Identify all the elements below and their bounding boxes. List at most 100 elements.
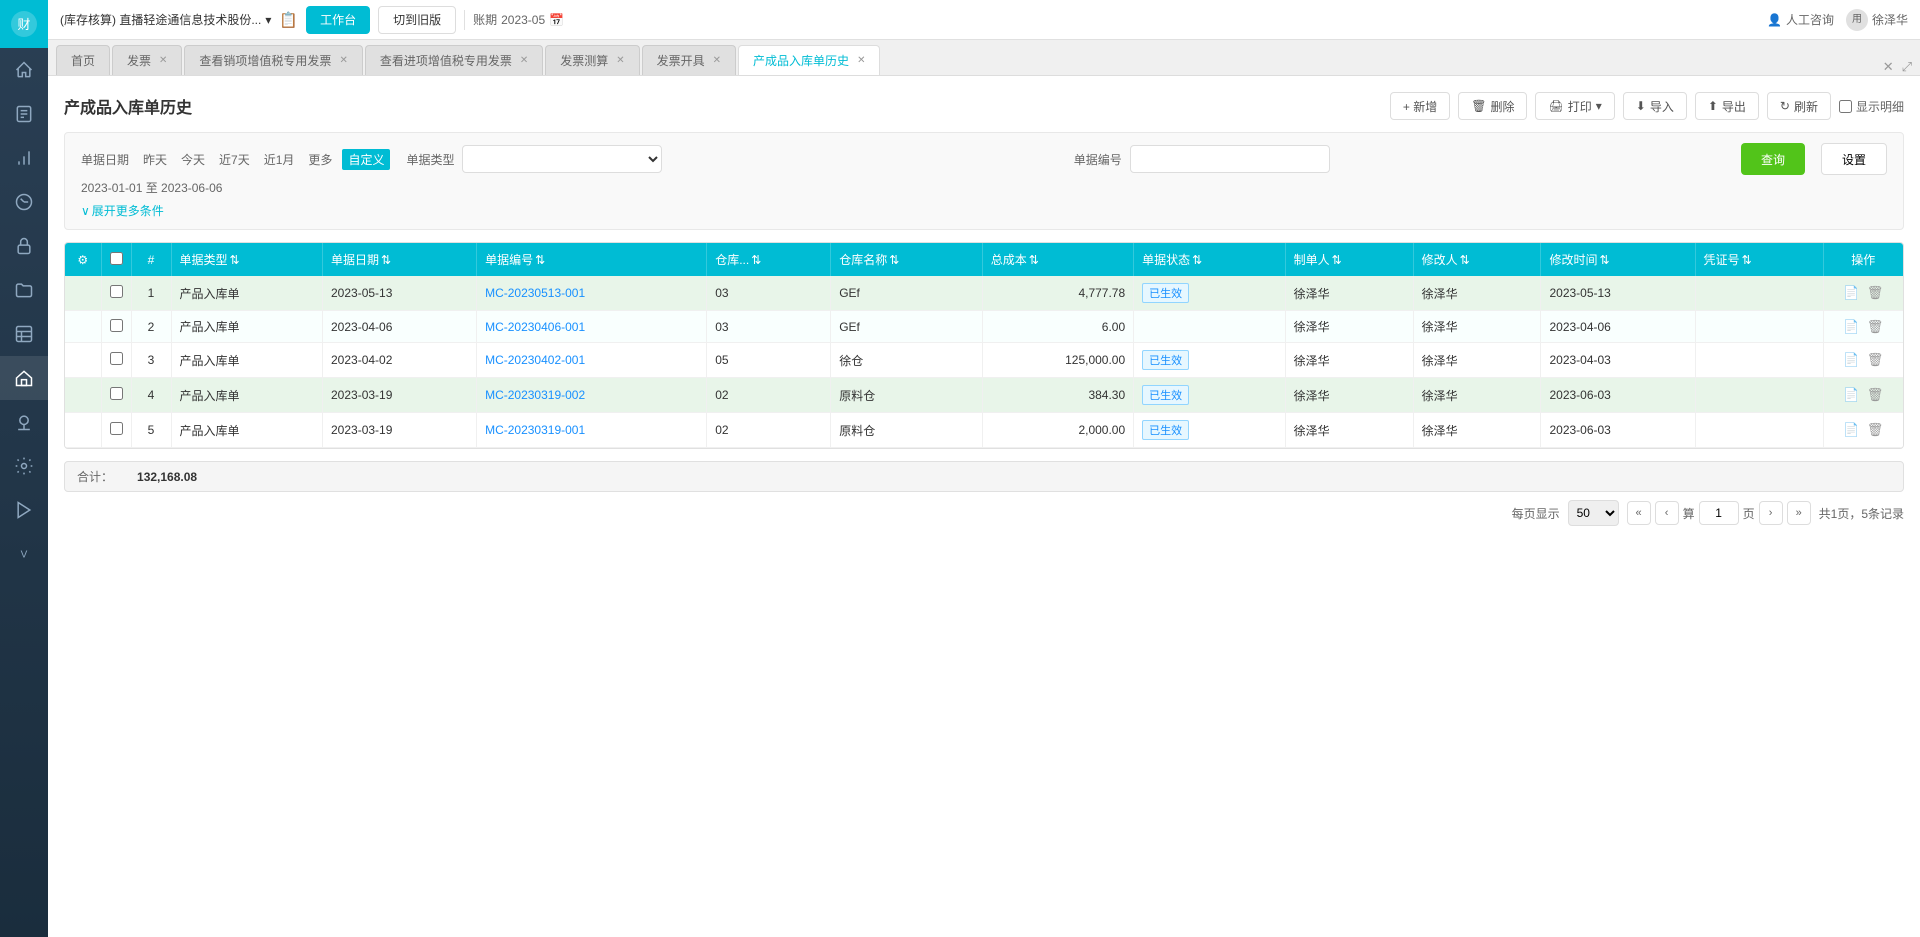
switch-button[interactable]: 切到旧版 [378,6,456,34]
th-modify-time[interactable]: 修改时间⇅ [1541,243,1695,276]
th-warehouse-name-label: 仓库名称 [839,251,887,268]
delete-row-icon[interactable]: 🗑 [1867,422,1884,437]
tab-invoice[interactable]: 发票 ✕ [112,45,182,75]
calendar-icon[interactable]: 📅 [549,13,564,27]
number-link[interactable]: MC-20230406-001 [485,320,585,334]
user-service[interactable]: 👤 人工咨询 [1767,11,1834,28]
row-checkbox[interactable] [110,352,123,365]
number-link[interactable]: MC-20230319-002 [485,388,585,402]
view-icon[interactable]: 📄 [1843,422,1859,437]
sidebar-item-lock[interactable] [0,224,48,268]
setting-button[interactable]: 设置 [1821,143,1887,175]
tab-sales-vat-close[interactable]: ✕ [339,55,347,66]
tab-purchase-vat-close[interactable]: ✕ [520,55,528,66]
date-btn-yesterday[interactable]: 昨天 [139,149,171,170]
tab-calc[interactable]: 发票测算 ✕ [545,45,639,75]
td-cost: 6.00 [982,311,1133,343]
topbar-icon-doc[interactable]: 📋 [279,11,298,29]
number-link[interactable]: MC-20230513-001 [485,286,585,300]
expand-more-btn[interactable]: ∨ 展开更多条件 [81,202,1887,219]
delete-row-icon[interactable]: 🗑 [1867,387,1884,402]
th-voucher[interactable]: 凭证号⇅ [1695,243,1823,276]
page-next-btn[interactable]: › [1759,501,1783,525]
tab-issue[interactable]: 发票开具 ✕ [642,45,736,75]
user-profile[interactable]: 用 徐泽华 [1846,9,1908,31]
number-link[interactable]: MC-20230319-001 [485,423,585,437]
row-checkbox[interactable] [110,319,123,332]
date-btn-custom[interactable]: 自定义 [342,149,390,170]
sidebar-item-settings[interactable] [0,444,48,488]
tab-invoice-close[interactable]: ✕ [159,55,167,66]
workspace-button[interactable]: 工作台 [306,6,370,34]
tab-product-in-close[interactable]: ✕ [857,55,865,66]
td-type: 产品入库单 [171,311,323,343]
search-button[interactable]: 查询 [1741,143,1805,175]
tab-expand[interactable]: ⤢ [1902,59,1912,75]
tab-issue-close[interactable]: ✕ [713,55,721,66]
th-status[interactable]: 单据状态⇅ [1134,243,1286,276]
table-row: 2 产品入库单 2023-04-06 MC-20230406-001 03 GE… [65,311,1903,343]
tab-calc-close[interactable]: ✕ [616,55,624,66]
delete-row-icon[interactable]: 🗑 [1867,285,1884,300]
export-button[interactable]: ⬆ 导出 [1695,92,1759,120]
page-size-select[interactable]: 20 50 100 [1568,500,1619,526]
filter-number-input[interactable] [1130,145,1330,173]
td-type: 产品入库单 [171,276,323,311]
sidebar-item-folder[interactable] [0,268,48,312]
th-type[interactable]: 单据类型⇅ [171,243,323,276]
sidebar-item-stamp[interactable] [0,400,48,444]
app-logo: 财 [0,0,48,48]
sidebar-item-home[interactable] [0,48,48,92]
sidebar-item-version[interactable]: V [0,532,48,576]
sidebar-item-table[interactable] [0,312,48,356]
date-btn-7days[interactable]: 近7天 [215,149,254,170]
number-link[interactable]: MC-20230402-001 [485,353,585,367]
row-checkbox[interactable] [110,387,123,400]
view-icon[interactable]: 📄 [1843,319,1859,334]
page-last-btn[interactable]: » [1787,501,1811,525]
delete-row-icon[interactable]: 🗑 [1867,319,1884,334]
display-detail-checkbox[interactable] [1839,100,1852,113]
sidebar-item-stats[interactable] [0,136,48,180]
sidebar-item-play[interactable] [0,488,48,532]
th-creator[interactable]: 制单人⇅ [1285,243,1413,276]
th-settings[interactable]: ⚙ [65,243,101,276]
view-icon[interactable]: 📄 [1843,352,1859,367]
print-button[interactable]: 🖨 打印 ▾ [1535,92,1614,120]
delete-row-icon[interactable]: 🗑 [1867,352,1884,367]
page-prev-btn[interactable]: ‹ [1655,501,1679,525]
filter-type-select[interactable] [462,145,662,173]
sidebar-item-docs[interactable] [0,92,48,136]
sidebar-item-chart[interactable] [0,180,48,224]
new-button[interactable]: + 新增 [1390,92,1450,120]
tab-close-all[interactable]: ✕ [1883,59,1894,75]
date-btn-1month[interactable]: 近1月 [260,149,299,170]
th-warehouse-code[interactable]: 仓库...⇅ [707,243,831,276]
th-date[interactable]: 单据日期⇅ [323,243,477,276]
date-btn-more[interactable]: 更多 [304,149,336,170]
th-warehouse-name[interactable]: 仓库名称⇅ [831,243,983,276]
select-all-checkbox[interactable] [110,252,123,265]
th-modifier[interactable]: 修改人⇅ [1413,243,1541,276]
date-btn-today[interactable]: 今天 [177,149,209,170]
delete-icon: 🗑 [1471,99,1486,113]
view-icon[interactable]: 📄 [1843,285,1859,300]
delete-button[interactable]: 🗑 删除 [1458,92,1527,120]
page-first-btn[interactable]: « [1627,501,1651,525]
th-cost[interactable]: 总成本⇅ [982,243,1133,276]
tab-sales-vat[interactable]: 查看销项增值税专用发票 ✕ [184,45,362,75]
tab-home[interactable]: 首页 [56,45,110,75]
row-checkbox[interactable] [110,285,123,298]
settings-icon[interactable]: ⚙ [77,253,88,267]
company-selector[interactable]: (库存核算) 直播轻途通信息技术股份... ▾ [60,11,271,28]
th-number[interactable]: 单据编号⇅ [477,243,707,276]
import-button[interactable]: ⬇ 导入 [1623,92,1687,120]
refresh-button[interactable]: ↻ 刷新 [1767,92,1831,120]
view-icon[interactable]: 📄 [1843,387,1859,402]
tab-purchase-vat[interactable]: 查看进项增值税专用发票 ✕ [365,45,543,75]
row-checkbox[interactable] [110,422,123,435]
tab-product-in[interactable]: 产成品入库单历史 ✕ [738,45,880,75]
sidebar-item-warehouse[interactable] [0,356,48,400]
display-detail-toggle[interactable]: 显示明细 [1839,98,1904,115]
page-number-input[interactable] [1699,501,1739,525]
